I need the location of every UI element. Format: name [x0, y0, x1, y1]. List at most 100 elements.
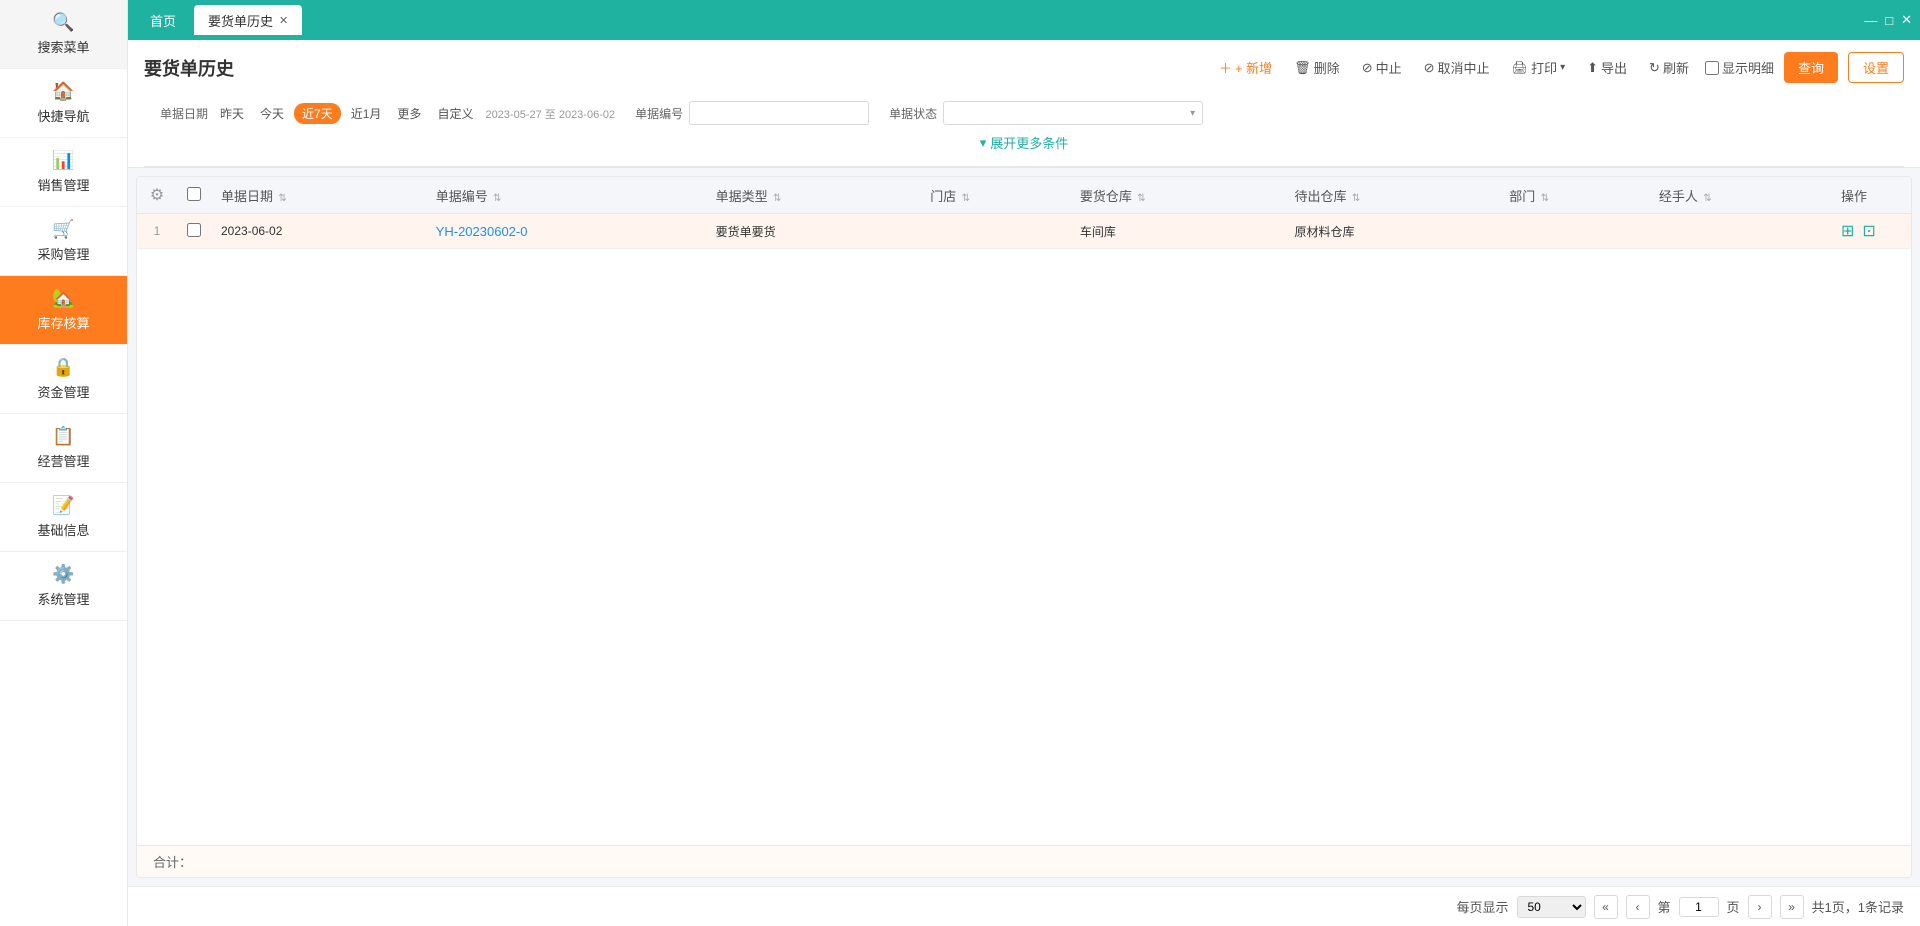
row-checkbox[interactable] [187, 223, 201, 237]
expand-more-btn[interactable]: ▾ 展开更多条件 [160, 129, 1888, 156]
sidebar-item-quick-nav[interactable]: 🏠 快捷导航 [0, 69, 127, 138]
col-wait-warehouse: 待出仓库 ⇅ [1285, 177, 1500, 214]
select-all-checkbox[interactable] [187, 187, 201, 201]
delete-icon: 🗑 [1294, 60, 1311, 76]
last-page-button[interactable]: » [1780, 895, 1804, 919]
new-icon: ＋ [1219, 58, 1232, 77]
page-header: 要货单历史 ＋ + 新增 🗑 删除 ⊘ 中止 ⊘ [128, 40, 1920, 168]
col-wait-warehouse-label: 待出仓库 [1295, 189, 1347, 204]
status-select[interactable] [943, 101, 1203, 125]
display-cell-checkbox[interactable] [1705, 61, 1719, 75]
filter-bar: 单据日期 昨天 今天 近7天 近1月 更多 自定义 2023-05-27 至 2… [144, 93, 1904, 167]
table-footer: 合计： [137, 845, 1911, 877]
handler-sort-icon[interactable]: ⇅ [1703, 193, 1711, 204]
col-dept-label: 部门 [1509, 189, 1535, 204]
refresh-button[interactable]: ↻ 刷新 [1643, 54, 1695, 81]
req-warehouse-sort-icon[interactable]: ⇅ [1137, 193, 1145, 204]
date-btn-more[interactable]: 更多 [391, 103, 427, 124]
wait-warehouse-sort-icon[interactable]: ⇅ [1352, 193, 1360, 204]
cell-dept [1499, 214, 1649, 249]
status-label: 单据状态 [889, 105, 937, 122]
sidebar-item-system[interactable]: ⚙️ 系统管理 [0, 552, 127, 621]
edit-icon[interactable]: ⊞ [1841, 221, 1854, 241]
sidebar-item-purchase[interactable]: 🛒 采购管理 [0, 207, 127, 276]
col-date: 单据日期 ⇅ [211, 177, 426, 214]
stop-icon: ⊘ [1362, 60, 1373, 76]
settings-button[interactable]: 设置 [1848, 52, 1904, 83]
date-btn-today[interactable]: 今天 [254, 103, 290, 124]
bill-no-sort-icon[interactable]: ⇅ [493, 193, 501, 204]
sidebar-item-finance[interactable]: 🔒 资金管理 [0, 345, 127, 414]
table-area: ⚙ 单据日期 ⇅ 单据编号 ⇅ [136, 176, 1912, 878]
gear-icon: ⚙️ [52, 564, 74, 585]
sidebar-item-label: 采购管理 [37, 244, 89, 263]
cart-icon: 🛒 [52, 219, 74, 240]
table-body: 1 2023-06-02 YH-20230602-0 要货单要货 车间库 [137, 214, 1911, 249]
dept-sort-icon[interactable]: ⇅ [1541, 193, 1549, 204]
date-btn-1month[interactable]: 近1月 [345, 103, 388, 124]
tab-active[interactable]: 要货单历史 ✕ [194, 5, 302, 35]
query-button[interactable]: 查询 [1784, 52, 1838, 83]
col-bill-type: 单据类型 ⇅ [706, 177, 921, 214]
cancel-stop-button[interactable]: ⊘ 取消中止 [1418, 54, 1496, 81]
first-page-button[interactable]: « [1594, 895, 1618, 919]
col-settings: ⚙ [137, 177, 177, 214]
stop-button[interactable]: ⊘ 中止 [1356, 54, 1408, 81]
window-restore-icon[interactable]: □ [1885, 13, 1893, 28]
window-close-icon[interactable]: ✕ [1901, 12, 1912, 28]
page-title-row: 要货单历史 ＋ + 新增 🗑 删除 ⊘ 中止 ⊘ [144, 52, 1904, 83]
bill-no-input[interactable] [689, 101, 869, 125]
col-bill-type-label: 单据类型 [716, 189, 768, 204]
sidebar-item-basic-info[interactable]: 📝 基础信息 [0, 483, 127, 552]
page-input[interactable] [1679, 897, 1719, 917]
sidebar-item-inventory[interactable]: 🏡 库存核算 [0, 276, 127, 345]
print-dropdown-icon: ▾ [1560, 62, 1565, 73]
prev-page-button[interactable]: ‹ [1626, 895, 1650, 919]
tab-close-icon[interactable]: ✕ [279, 14, 288, 27]
date-btn-custom[interactable]: 自定义 [431, 103, 479, 124]
export-button[interactable]: ⬆ 导出 [1581, 54, 1633, 81]
col-handler: 经手人 ⇅ [1649, 177, 1831, 214]
main-area: 首页 要货单历史 ✕ — □ ✕ 要货单历史 ＋ + 新增 � [128, 0, 1920, 926]
sidebar: 🔍 搜索菜单 🏠 快捷导航 📊 销售管理 🛒 采购管理 🏡 库存核算 🔒 资金管… [0, 0, 128, 926]
refresh-icon: ↻ [1649, 60, 1660, 76]
new-button[interactable]: ＋ + 新增 [1213, 54, 1278, 81]
col-dept: 部门 ⇅ [1499, 177, 1649, 214]
sidebar-item-search-menu[interactable]: 🔍 搜索菜单 [0, 0, 127, 69]
sidebar-item-label: 搜索菜单 [37, 37, 89, 56]
store-sort-icon[interactable]: ⇅ [962, 193, 970, 204]
col-store: 门店 ⇅ [920, 177, 1070, 214]
col-req-warehouse-label: 要货仓库 [1080, 189, 1132, 204]
filter-group-date: 单据日期 昨天 今天 近7天 近1月 更多 自定义 2023-05-27 至 2… [160, 103, 615, 124]
action-icons: ⊞ ⊡ [1841, 221, 1901, 241]
display-cell-button[interactable]: 显示明细 [1705, 58, 1774, 77]
bill-type-sort-icon[interactable]: ⇅ [773, 193, 781, 204]
new-label: + 新增 [1235, 58, 1272, 77]
delete-button[interactable]: 🗑 删除 [1288, 54, 1346, 81]
cell-action: ⊞ ⊡ [1831, 214, 1911, 249]
print-button[interactable]: 🖨 打印 ▾ [1506, 54, 1572, 81]
bill-no-label: 单据编号 [635, 105, 683, 122]
date-btn-yesterday[interactable]: 昨天 [214, 103, 250, 124]
bill-no-link[interactable]: YH-20230602-0 [436, 224, 528, 239]
window-minimize-icon[interactable]: — [1864, 13, 1877, 28]
sidebar-item-operations[interactable]: 📋 经营管理 [0, 414, 127, 483]
date-sort-icon[interactable]: ⇅ [278, 193, 286, 204]
date-filter-label: 单据日期 [160, 105, 208, 122]
print-label: 打印 [1531, 58, 1557, 77]
table-row: 1 2023-06-02 YH-20230602-0 要货单要货 车间库 [137, 214, 1911, 249]
more-icon[interactable]: ⊡ [1862, 221, 1875, 241]
cancel-stop-label: 取消中止 [1438, 58, 1490, 77]
per-page-select[interactable]: 50 10 20 100 [1517, 896, 1586, 918]
tab-home[interactable]: 首页 [136, 5, 190, 35]
next-page-button[interactable]: › [1748, 895, 1772, 919]
settings-gear-icon[interactable]: ⚙ [150, 187, 164, 204]
export-label: 导出 [1601, 58, 1627, 77]
date-btn-7days[interactable]: 近7天 [294, 103, 341, 124]
tab-bar: 首页 要货单历史 ✕ — □ ✕ [128, 0, 1920, 40]
clipboard-icon: 📋 [52, 426, 74, 447]
page-suffix-label: 页 [1727, 897, 1740, 916]
sidebar-item-sales[interactable]: 📊 销售管理 [0, 138, 127, 207]
per-page-label: 每页显示 [1456, 897, 1508, 916]
col-date-label: 单据日期 [221, 189, 273, 204]
